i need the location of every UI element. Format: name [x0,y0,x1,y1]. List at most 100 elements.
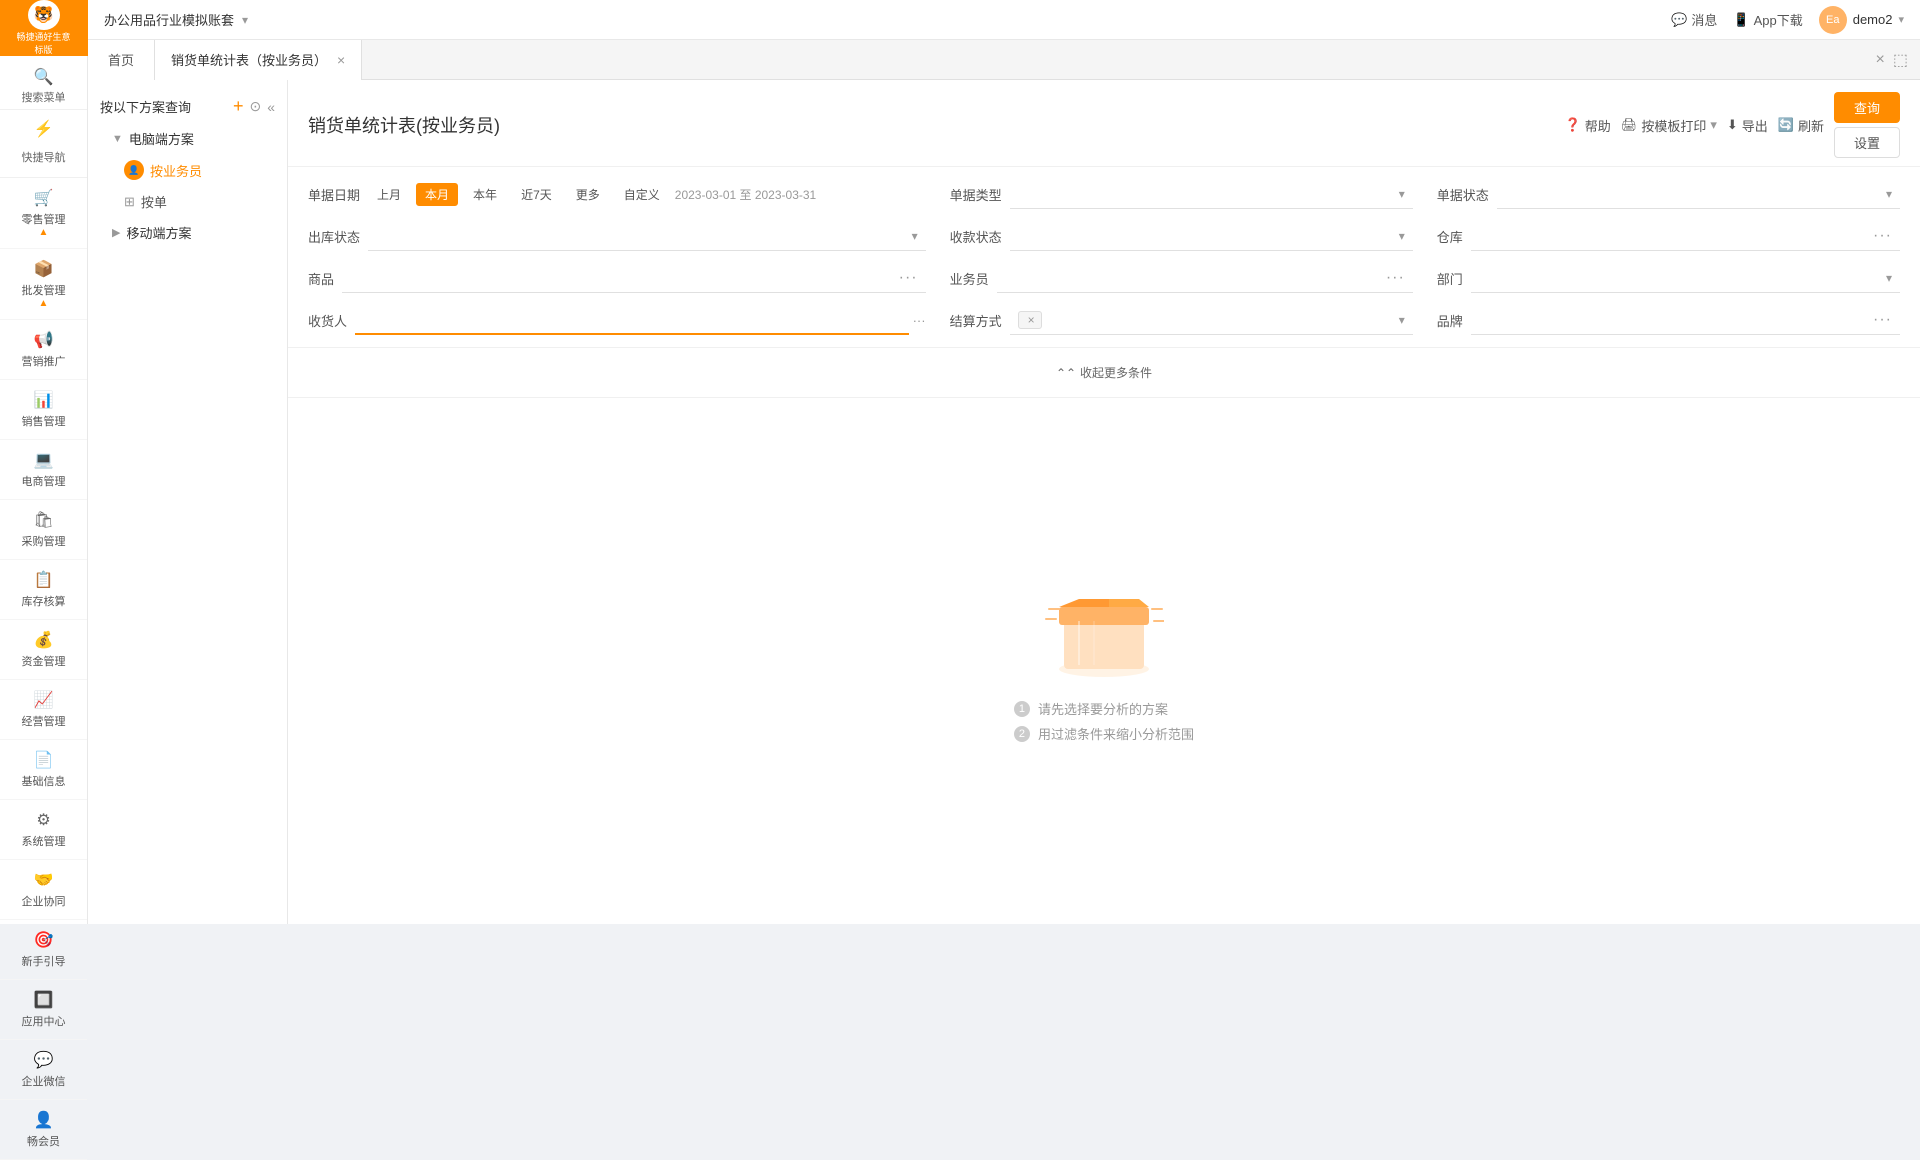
active-tab-label: 销货单统计表（按业务员） [171,50,327,69]
out-status-select[interactable]: ▾ [368,221,926,251]
tab-home[interactable]: 首页 [88,40,155,80]
sidebar-item-wechat[interactable]: 💬 企业微信 [0,1040,87,1100]
message-icon: 💬 [1671,12,1687,28]
settle-arrow: ▾ [1399,313,1405,327]
goods-dots: ··· [899,269,918,287]
settle-select[interactable]: × ▾ [1010,305,1413,335]
date-btn-this-month[interactable]: 本月 [416,183,458,206]
sidebar-item-inventory[interactable]: 📋 库存核算 [0,560,87,620]
settings-button[interactable]: 设置 [1834,127,1900,158]
date-btn-last-month[interactable]: 上月 [368,183,410,206]
maximize-btn[interactable]: ⬚ [1893,50,1908,70]
filter-bottom: ⌃⌃ 收起更多条件 [288,348,1920,398]
empty-tip-1: 1 请先选择要分析的方案 [1014,699,1194,718]
refresh-label: 刷新 [1798,116,1824,135]
empty-tips: 1 请先选择要分析的方案 2 用过滤条件来缩小分析范围 [1014,699,1194,743]
page-area: 按以下方案查询 + ⊙ « ▼ 电脑端方案 👤 按业务员 ⊞ 按单 [88,80,1920,924]
message-btn[interactable]: 💬 消息 [1671,10,1717,29]
query-button[interactable]: 查询 [1834,92,1900,123]
empty-tip-2: 2 用过滤条件来缩小分析范围 [1014,724,1194,743]
tab-close-btn[interactable]: × [337,52,345,68]
tab-active[interactable]: 销货单统计表（按业务员） × [155,40,362,80]
logo-text: 畅捷通好生意 [16,32,70,43]
top-header-right: 💬 消息 📱 App下载 Ea demo2 ▾ [1671,6,1904,34]
sidebar-item-wholesale[interactable]: 📦 批发管理 ▲ [0,249,87,320]
search-label: 搜索菜单 [22,89,66,105]
copy-scheme-btn[interactable]: ⊙ [249,98,261,115]
sidebar-item-marketing[interactable]: 📢 营销推广 [0,320,87,380]
sidebar-item-retail[interactable]: 🛒 零售管理 ▲ [0,178,87,249]
recv-status-select[interactable]: ▾ [1010,221,1413,251]
tree-item-salesman[interactable]: 👤 按业务员 [88,154,287,186]
page-header: 销货单统计表(按业务员) ❓ 帮助 🖨 按模板打印 ▾ ⬇ 导出 [288,80,1920,167]
sidebar-logo[interactable]: 🐯 畅捷通好生意 标版 [0,0,88,56]
print-btn[interactable]: 🖨 按模板打印 ▾ [1621,116,1717,135]
consignee-input[interactable] [355,305,909,335]
sidebar-item-system[interactable]: ⚙ 系统管理 [0,800,87,860]
sidebar-item-corp[interactable]: 🤝 企业协同 [0,860,87,920]
bill-status-arrow: ▾ [1886,187,1892,201]
sidebar-item-sales[interactable]: 📊 销售管理 [0,380,87,440]
date-btn-this-year[interactable]: 本年 [464,183,506,206]
collapse-panel-btn[interactable]: « [267,99,275,115]
date-btn-more[interactable]: 更多 [567,183,609,206]
date-btn-7days[interactable]: 近7天 [512,183,561,206]
quick-nav-item[interactable]: ⚡ 快捷导航 [0,110,87,178]
collapse-more-btn[interactable]: ⌃⌃ 收起更多条件 [1048,356,1160,389]
date-btn-custom[interactable]: 自定义 [615,183,669,206]
app-download-label: App下载 [1754,10,1803,29]
avatar: Ea [1819,6,1847,34]
finance-icon: 💰 [34,630,54,650]
dept-select[interactable]: ▾ [1471,263,1900,293]
search-nav-item[interactable]: 🔍 搜索菜单 [0,56,87,110]
tree-mobile-section[interactable]: ▶ 移动端方案 [88,217,287,248]
sidebar-item-member[interactable]: 👤 畅会员 [0,1100,87,1160]
warehouse-select[interactable]: ··· [1471,221,1900,251]
sidebar-item-basic[interactable]: 📄 基础信息 [0,740,87,800]
page-title: 销货单统计表(按业务员) [308,112,500,138]
user-profile[interactable]: Ea demo2 ▾ [1819,6,1904,34]
bill-type-arrow: ▾ [1399,187,1405,201]
bill-type-select[interactable]: ▾ [1010,179,1413,209]
tree-pc-section[interactable]: ▼ 电脑端方案 [88,123,287,154]
filter-bill-type: 单据类型 ▾ [950,179,1413,209]
empty-svg [1044,579,1164,679]
goods-select[interactable]: ··· [342,263,926,293]
goods-label: 商品 [308,269,334,288]
sidebar-item-guide[interactable]: 🎯 新手引导 [0,920,87,980]
sidebar-item-ecommerce[interactable]: 💻 电商管理 [0,440,87,500]
app-download-btn[interactable]: 📱 App下载 [1733,10,1802,29]
add-scheme-btn[interactable]: + [233,96,244,117]
help-btn[interactable]: ❓ 帮助 [1565,116,1611,135]
settle-tag-close[interactable]: × [1028,313,1035,327]
warehouse-label: 仓库 [1437,227,1463,246]
sidebar-item-purchase[interactable]: 🛍 采购管理 [0,500,87,560]
main-area: 办公用品行业模拟账套 ▾ 💬 消息 📱 App下载 Ea demo2 ▾ 首页 … [88,0,1920,924]
refresh-btn[interactable]: 🔄 刷新 [1778,116,1824,135]
sidebar-item-operation[interactable]: 📈 经营管理 [0,680,87,740]
sidebar-item-apps[interactable]: 🔲 应用中心 [0,980,87,1040]
filter-row-2: 出库状态 ▾ 收款状态 ▾ [308,221,1900,251]
sales-label: 销售管理 [22,413,66,429]
salesman-select[interactable]: ··· [997,263,1413,293]
retail-icon: 🛒 [34,188,54,208]
basic-icon: 📄 [34,750,54,770]
tip-text-1: 请先选择要分析的方案 [1038,699,1168,718]
export-btn[interactable]: ⬇ 导出 [1727,116,1768,135]
brand-select[interactable]: ··· [1471,305,1900,335]
wholesale-icon: 📦 [34,259,54,279]
out-status-arrow: ▾ [912,229,918,243]
filter-salesman: 业务员 ··· [950,263,1413,293]
tree-item-bill[interactable]: ⊞ 按单 [88,186,287,217]
filter-row-1: 单据日期 上月 本月 本年 近7天 更多 自定义 2023-03-01 至 20… [308,179,1900,209]
salesman-label: 业务员 [950,269,989,288]
consignee-label: 收货人 [308,311,347,330]
operation-label: 经营管理 [22,713,66,729]
tip-num-2: 2 [1014,726,1030,742]
help-icon: ❓ [1565,117,1581,133]
bill-status-select[interactable]: ▾ [1497,179,1900,209]
close-window-btn[interactable]: × [1876,51,1885,69]
out-status-label: 出库状态 [308,227,360,246]
consignee-dots[interactable]: ··· [913,313,926,328]
sidebar-item-finance[interactable]: 💰 资金管理 [0,620,87,680]
